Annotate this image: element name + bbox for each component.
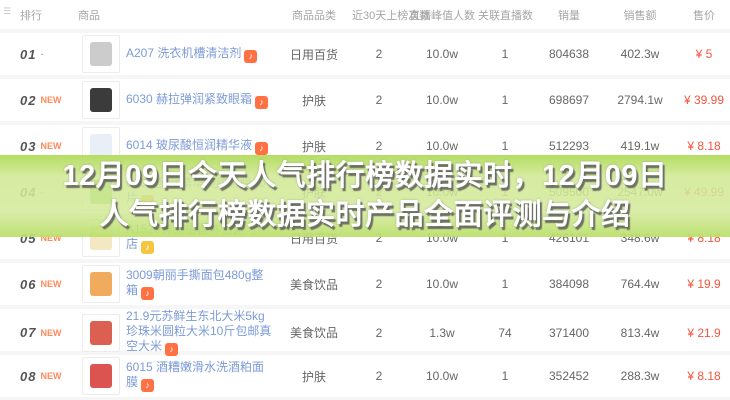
product-image[interactable]: [82, 314, 120, 352]
category: 护肤: [276, 368, 352, 385]
category: 美食饮品: [276, 276, 352, 293]
rank-number: 08: [20, 369, 36, 384]
times-on-list: 2: [352, 326, 406, 340]
live-count: 1: [478, 93, 532, 107]
peak-viewers: 10.0w: [406, 139, 478, 153]
times-on-list: 2: [352, 369, 406, 383]
price: ¥ 5: [674, 47, 730, 61]
sales-volume: 352452: [532, 369, 606, 383]
price: ¥ 21.9: [674, 326, 730, 340]
douyin-badge-icon: ♪: [141, 241, 154, 254]
sales-revenue: 764.4w: [606, 277, 674, 291]
ranking-page: ☰ 排行 商品 商品品类 近30天上榜次数 直播峰值人数 关联直播数 销量 销售…: [0, 0, 730, 400]
live-count: 1: [478, 369, 532, 383]
peak-viewers: 10.0w: [406, 47, 478, 61]
product-image-blob: [90, 364, 112, 388]
table-row[interactable]: 02 NEW 6030 赫拉弹润紧致眼霜♪ 护肤 2 10.0w 1 698697…: [0, 79, 730, 125]
times-on-list: 2: [352, 277, 406, 291]
price: ¥ 8.18: [674, 139, 730, 153]
table-row[interactable]: 08NEW 6015 酒糟嫩滑水洗酒粕面膜♪ 护肤 2 10.0w 1 3524…: [0, 355, 730, 400]
live-count: 1: [478, 139, 532, 153]
douyin-badge-icon: ♪: [141, 287, 154, 300]
douyin-badge-icon: ♪: [244, 50, 257, 63]
product-image[interactable]: [82, 357, 120, 395]
sales-revenue: 419.1w: [606, 139, 674, 153]
peak-viewers: 10.0w: [406, 277, 478, 291]
sales-revenue: 402.3w: [606, 47, 674, 61]
product-image-blob: [90, 42, 112, 66]
product-name-link[interactable]: 6014 玻尿酸恒润精华液: [126, 138, 252, 152]
rank-change: NEW: [40, 141, 61, 151]
rank-number: 02: [20, 93, 36, 108]
category: 护肤: [276, 138, 352, 155]
col-live: 关联直播数: [478, 7, 532, 23]
sales-revenue: 2794.1w: [606, 93, 674, 107]
sales-volume: 804638: [532, 47, 606, 61]
rank-number: 06: [20, 277, 36, 292]
price: ¥ 8.18: [674, 369, 730, 383]
table-header-row: 排行 商品 商品品类 近30天上榜次数 直播峰值人数 关联直播数 销量 销售额 …: [0, 0, 730, 33]
col-category: 商品品类: [276, 7, 352, 23]
live-count: 1: [478, 47, 532, 61]
product-name-link[interactable]: A207 洗衣机槽清洁剂: [126, 46, 241, 60]
promo-overlay-banner: 12月09日今天人气排行榜数据实时，12月09日 人气排行榜数据实时产品全面评测…: [0, 155, 730, 237]
col-peak: 直播峰值人数: [406, 7, 478, 23]
sales-volume: 384098: [532, 277, 606, 291]
sales-volume: 371400: [532, 326, 606, 340]
overlay-title-line-2: 人气排行榜数据实时产品全面评测与介绍: [99, 196, 630, 235]
col-times: 近30天上榜次数: [352, 7, 406, 23]
col-price: 售价: [674, 7, 730, 23]
col-revenue: 销售额: [606, 7, 674, 23]
douyin-badge-icon: ♪: [255, 96, 268, 109]
category: 日用百货: [276, 46, 352, 63]
category: 护肤: [276, 92, 352, 109]
sales-revenue: 813.4w: [606, 326, 674, 340]
times-on-list: 2: [352, 139, 406, 153]
douyin-badge-icon: ♪: [141, 379, 154, 392]
sales-volume: 512293: [532, 139, 606, 153]
col-product: 商品: [74, 7, 276, 23]
product-image[interactable]: [82, 35, 120, 73]
product-image-blob: [90, 321, 112, 345]
peak-viewers: 10.0w: [406, 93, 478, 107]
sales-revenue: 288.3w: [606, 369, 674, 383]
live-count: 1: [478, 277, 532, 291]
product-name-link[interactable]: 21.9元苏鲜生东北大米5kg珍珠米圆粒大米10斤包邮真空大米: [126, 309, 271, 353]
col-sales: 销量: [532, 7, 606, 23]
times-on-list: 2: [352, 47, 406, 61]
douyin-badge-icon: ♪: [255, 142, 268, 155]
rank-number: 07: [20, 325, 36, 340]
live-count: 74: [478, 326, 532, 340]
rank-change: -: [40, 49, 43, 59]
overlay-title-line-1: 12月09日今天人气排行榜数据实时，12月09日: [62, 157, 667, 196]
product-name-link[interactable]: 6030 赫拉弹润紧致眼霜: [126, 92, 252, 106]
category: 美食饮品: [276, 324, 352, 341]
rank-number: 01: [20, 47, 36, 62]
product-image-blob: [90, 272, 112, 296]
peak-viewers: 1.3w: [406, 326, 478, 340]
product-image[interactable]: [82, 81, 120, 119]
rank-change: NEW: [40, 328, 61, 338]
douyin-badge-icon: ♪: [165, 343, 178, 356]
rank-change: NEW: [40, 279, 61, 289]
rank-number: 03: [20, 139, 36, 154]
table-row[interactable]: 01- A207 洗衣机槽清洁剂♪ 日用百货 2 10.0w 1 804638 …: [0, 33, 730, 79]
rank-change: NEW: [40, 371, 61, 381]
peak-viewers: 10.0w: [406, 369, 478, 383]
rank-change: NEW: [40, 95, 61, 105]
table-row[interactable]: 06NEW 3009朝丽手撕面包480g整箱♪ 美食饮品 2 10.0w 1 3…: [0, 263, 730, 309]
price: ¥ 39.99: [674, 93, 730, 107]
table-row[interactable]: 07 NEW 21.9元苏鲜生东北大米5kg珍珠米圆粒大米10斤包邮真空大米♪ 美…: [0, 309, 730, 355]
price: ¥ 19.9: [674, 277, 730, 291]
times-on-list: 2: [352, 93, 406, 107]
col-rank: 排行: [14, 7, 74, 23]
product-image[interactable]: [82, 265, 120, 303]
product-image-blob: [90, 88, 112, 112]
sales-volume: 698697: [532, 93, 606, 107]
